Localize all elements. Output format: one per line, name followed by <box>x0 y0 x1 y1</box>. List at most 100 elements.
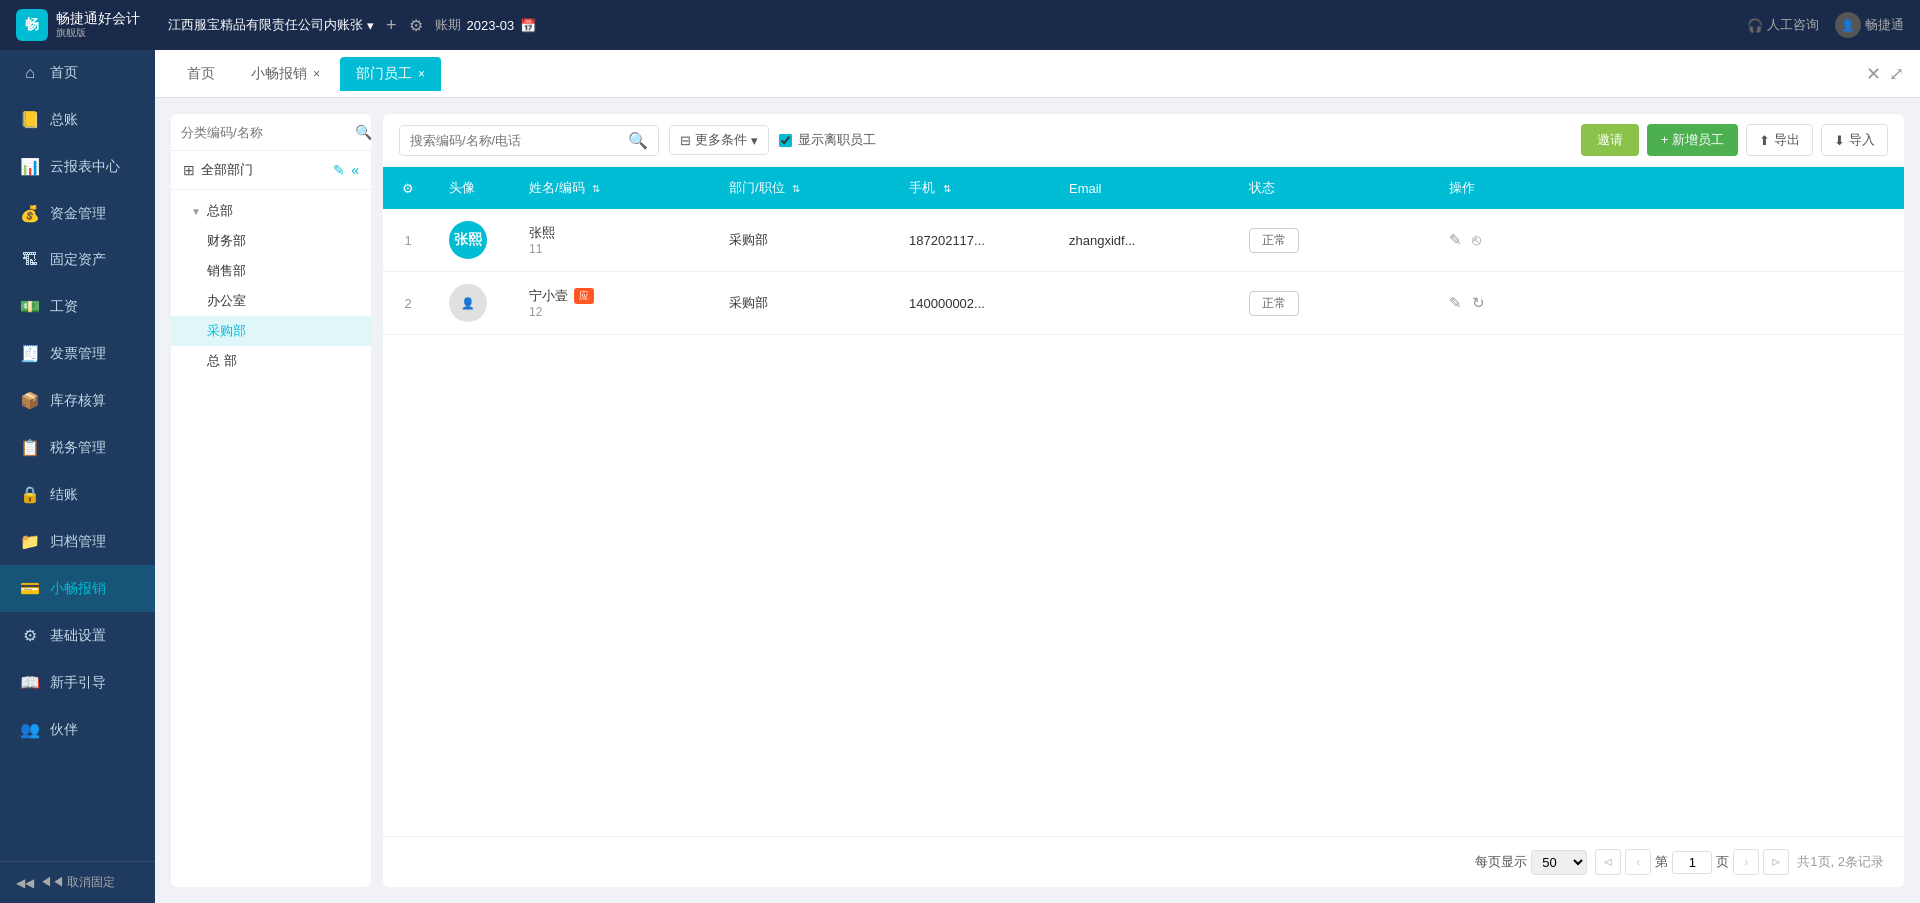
add-company-button[interactable]: + <box>386 15 397 36</box>
cancel-pin-button[interactable]: ◀◀ ◀◀ 取消固定 <box>0 861 155 903</box>
filter-icon: ⊟ <box>680 133 691 148</box>
employee-search-input[interactable] <box>410 133 622 148</box>
export-button[interactable]: ⬆ 导出 <box>1746 124 1813 156</box>
sidebar-item-tax[interactable]: 📋 税务管理 <box>0 424 155 471</box>
avatar-cell-1: 张熙 <box>433 209 513 272</box>
page-size-select[interactable]: 50 10 20 100 <box>1531 850 1587 875</box>
sidebar-item-close[interactable]: 🔒 结账 <box>0 471 155 518</box>
last-page-button[interactable]: ⊳ <box>1763 849 1789 875</box>
sidebar-item-salary[interactable]: 💵 工资 <box>0 283 155 330</box>
dept-node-finance[interactable]: 财务部 <box>171 226 371 256</box>
refresh-icon-2[interactable]: ↻ <box>1472 294 1485 312</box>
status-badge-1: 正常 <box>1249 228 1299 253</box>
col-dept[interactable]: 部门/职位 ⇅ <box>713 167 893 209</box>
dept-search-input[interactable] <box>181 125 349 140</box>
col-actions: 操作 <box>1433 167 1904 209</box>
prev-page-button[interactable]: ‹ <box>1625 849 1651 875</box>
tab-expand-icon[interactable]: ⤢ <box>1889 63 1904 85</box>
main-layout: ⌂ 首页 📒 总账 📊 云报表中心 💰 资金管理 🏗 固定资产 💵 工资 🧾 发… <box>0 50 1920 903</box>
company-dropdown-icon: ▾ <box>367 18 374 33</box>
phone-sort-icon: ⇅ <box>943 183 951 194</box>
more-filter-button[interactable]: ⊟ 更多条件 ▾ <box>669 125 769 155</box>
table-row: 2 👤 宁小壹 <box>383 272 1904 335</box>
tab-employees[interactable]: 部门员工 × <box>340 57 441 91</box>
employee-search-area: 🔍 <box>399 125 659 156</box>
row-num-1: 1 <box>383 209 433 272</box>
show-resigned-label[interactable]: 显示离职员工 <box>798 131 876 149</box>
user-menu[interactable]: 👤 畅捷通 <box>1835 12 1904 38</box>
fixed-icon: 🏗 <box>20 251 40 269</box>
dept-node-general[interactable]: 总 部 <box>171 346 371 376</box>
partner-icon: 👥 <box>20 720 40 739</box>
tax-icon: 📋 <box>20 438 40 457</box>
service-button[interactable]: 🎧 人工咨询 <box>1747 16 1819 34</box>
tab-close-all-icon[interactable]: ✕ <box>1866 63 1881 85</box>
tab-bar: 首页 小畅报销 × 部门员工 × ✕ ⤢ <box>155 50 1920 98</box>
dept-node-headquarters[interactable]: ▼ 总部 <box>171 196 371 226</box>
avatar: 👤 <box>1835 12 1861 38</box>
tab-expense[interactable]: 小畅报销 × <box>235 57 336 91</box>
logout-icon-1[interactable]: ⎋ <box>1472 231 1481 249</box>
dept-sort-icon: ⇅ <box>792 183 800 194</box>
dept-cell-1: 采购部 <box>713 209 893 272</box>
sidebar-item-settings[interactable]: ⚙ 基础设置 <box>0 612 155 659</box>
sidebar-item-ledger[interactable]: 📒 总账 <box>0 96 155 143</box>
sidebar-item-guide[interactable]: 📖 新手引导 <box>0 659 155 706</box>
calendar-icon[interactable]: 📅 <box>520 18 536 33</box>
topbar: 畅 畅捷通好会计 旗舰版 江西服宝精品有限责任公司内账张 ▾ + ⚙ 账期 20… <box>0 0 1920 50</box>
next-page-button[interactable]: › <box>1733 849 1759 875</box>
dept-node-sales[interactable]: 销售部 <box>171 256 371 286</box>
col-phone[interactable]: 手机 ⇅ <box>893 167 1053 209</box>
status-cell-1: 正常 <box>1233 209 1433 272</box>
tab-expense-close[interactable]: × <box>313 67 320 81</box>
export-icon: ⬆ <box>1759 133 1770 148</box>
search-icon[interactable]: 🔍 <box>628 131 648 150</box>
invite-button[interactable]: 邀请 <box>1581 124 1639 156</box>
accounting-period: 账期 2023-03 📅 <box>435 16 537 34</box>
sidebar: ⌂ 首页 📒 总账 📊 云报表中心 💰 资金管理 🏗 固定资产 💵 工资 🧾 发… <box>0 50 155 903</box>
tab-employees-close[interactable]: × <box>418 67 425 81</box>
dept-node-office[interactable]: 办公室 <box>171 286 371 316</box>
edit-icon-1[interactable]: ✎ <box>1449 231 1462 249</box>
logo-icon: 畅 <box>16 9 48 41</box>
page-size-selector: 每页显示 50 10 20 100 <box>1475 850 1587 875</box>
sidebar-item-inventory[interactable]: 📦 库存核算 <box>0 377 155 424</box>
dept-search-icon[interactable]: 🔍 <box>355 124 371 140</box>
add-employee-button[interactable]: + 新增员工 <box>1647 124 1738 156</box>
settings-icon[interactable]: ⚙ <box>409 16 423 35</box>
app-logo: 畅 畅捷通好会计 旗舰版 <box>16 9 156 41</box>
tab-home[interactable]: 首页 <box>171 57 231 91</box>
col-name[interactable]: 姓名/编码 ⇅ <box>513 167 713 209</box>
status-badge-2: 正常 <box>1249 291 1299 316</box>
sidebar-item-invoice[interactable]: 🧾 发票管理 <box>0 330 155 377</box>
employee-toolbar: 🔍 ⊟ 更多条件 ▾ 显示离职员工 邀请 + 新增员工 <box>383 114 1904 167</box>
first-page-button[interactable]: ⊲ <box>1595 849 1621 875</box>
basic-settings-icon: ⚙ <box>20 626 40 645</box>
dept-collapse-icon[interactable]: « <box>351 162 359 178</box>
dept-edit-icon[interactable]: ✎ <box>333 162 345 178</box>
sidebar-item-fixed[interactable]: 🏗 固定资产 <box>0 237 155 283</box>
sidebar-item-partner[interactable]: 👥 伙伴 <box>0 706 155 753</box>
avatar-2: 👤 <box>449 284 487 322</box>
capital-icon: 💰 <box>20 204 40 223</box>
page-number-input[interactable] <box>1672 851 1712 874</box>
dept-tree: ▼ 总部 财务部 销售部 办公室 采购部 <box>171 190 371 382</box>
dept-header: ⊞ 全部部门 ✎ « <box>171 151 371 190</box>
headset-icon: 🎧 <box>1747 18 1763 33</box>
close-month-icon: 🔒 <box>20 485 40 504</box>
status-cell-2: 正常 <box>1233 272 1433 335</box>
employee-table-container: ⚙ 头像 姓名/编码 ⇅ 部门/职位 <box>383 167 1904 836</box>
company-selector[interactable]: 江西服宝精品有限责任公司内账张 ▾ <box>168 16 374 34</box>
alert-badge-2: 应 <box>574 288 594 304</box>
column-settings-icon[interactable]: ⚙ <box>402 181 414 196</box>
sidebar-item-home[interactable]: ⌂ 首页 <box>0 50 155 96</box>
page-content: 🔍 ⊞ 全部部门 ✎ « ▼ 总部 <box>155 98 1920 903</box>
sidebar-item-reports[interactable]: 📊 云报表中心 <box>0 143 155 190</box>
sidebar-item-archive[interactable]: 📁 归档管理 <box>0 518 155 565</box>
sidebar-item-expense[interactable]: 💳 小畅报销 <box>0 565 155 612</box>
sidebar-item-capital[interactable]: 💰 资金管理 <box>0 190 155 237</box>
import-button[interactable]: ⬇ 导入 <box>1821 124 1888 156</box>
edit-icon-2[interactable]: ✎ <box>1449 294 1462 312</box>
dept-node-purchase[interactable]: 采购部 <box>171 316 371 346</box>
show-resigned-checkbox[interactable] <box>779 134 792 147</box>
